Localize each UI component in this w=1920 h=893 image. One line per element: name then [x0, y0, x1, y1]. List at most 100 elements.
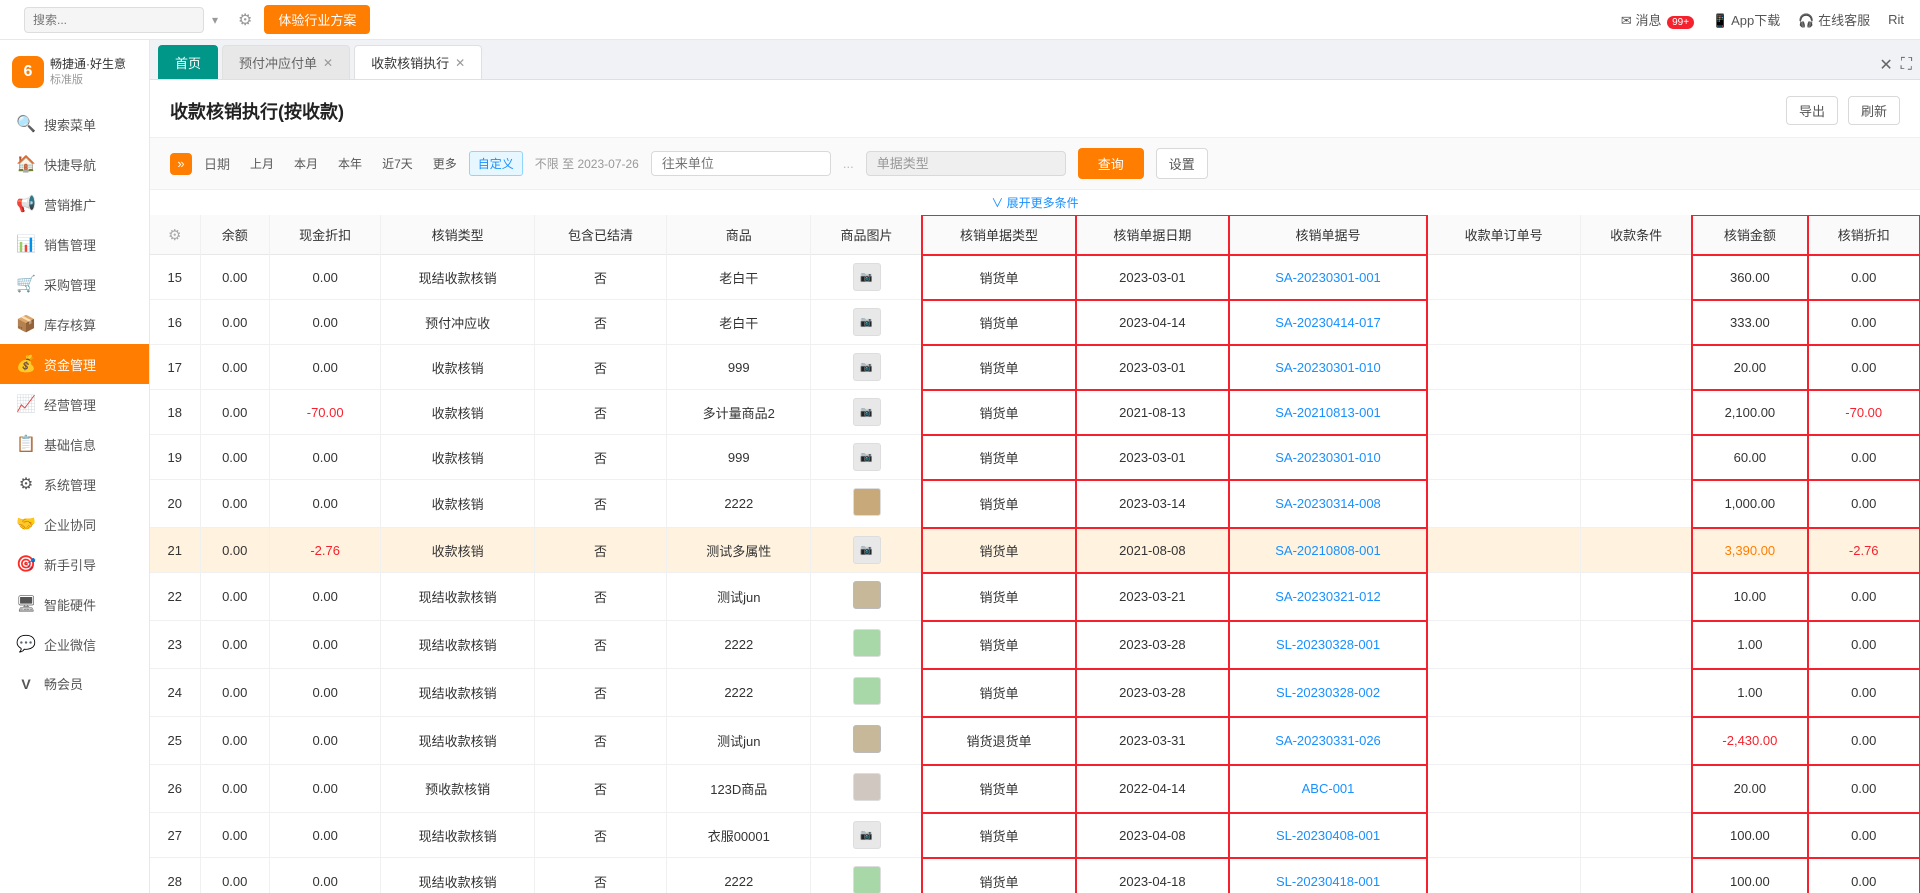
sidebar-item-search[interactable]: 🔍 搜索菜单	[0, 104, 149, 144]
cell-condition	[1580, 621, 1691, 669]
sidebar-item-corp[interactable]: 🤝 企业协同	[0, 504, 149, 544]
cell-bill-no[interactable]: SA-20210808-001	[1229, 528, 1427, 573]
date-btn-more[interactable]: 更多	[425, 152, 465, 175]
cell-bill-no[interactable]: SA-20210813-001	[1229, 390, 1427, 435]
cell-type: 收款核销	[381, 390, 534, 435]
cell-order-no	[1427, 300, 1580, 345]
cell-bill-no[interactable]: SA-20230314-008	[1229, 480, 1427, 528]
refresh-button[interactable]: 刷新	[1848, 96, 1900, 125]
online-service-link[interactable]: 🎧 在线客服	[1798, 10, 1870, 29]
date-btn-this-year[interactable]: 本年	[330, 152, 370, 175]
cell-goods: 老白干	[667, 300, 811, 345]
cell-discount: 0.00	[1808, 345, 1920, 390]
cell-amount: 1,000.00	[1692, 480, 1808, 528]
cell-discount: 0.00	[1808, 813, 1920, 858]
tab-prepay[interactable]: 预付冲应付单 ✕	[222, 45, 350, 79]
date-btn-last-month[interactable]: 上月	[242, 152, 282, 175]
cell-discount: 0.00	[1808, 669, 1920, 717]
app-download-link[interactable]: 📱 App下载	[1712, 10, 1780, 29]
cell-bill-date: 2021-08-13	[1076, 390, 1229, 435]
collection-tab-close[interactable]: ✕	[455, 56, 465, 70]
cell-settled: 否	[534, 435, 666, 480]
cell-settled: 否	[534, 573, 666, 621]
cell-goods: 999	[667, 345, 811, 390]
export-button[interactable]: 导出	[1786, 96, 1838, 125]
tab-close-all-icon[interactable]: ✕	[1879, 55, 1892, 75]
cell-bill-no[interactable]: SA-20230414-017	[1229, 300, 1427, 345]
filter-expand-button[interactable]: »	[170, 153, 192, 175]
cell-balance: 0.00	[200, 300, 269, 345]
expand-more-conditions[interactable]: ∨ 展开更多条件	[150, 190, 1920, 215]
top-search-input[interactable]	[24, 7, 204, 33]
sidebar-item-sales[interactable]: 📊 销售管理	[0, 224, 149, 264]
cell-bill-no[interactable]: SL-20230408-001	[1229, 813, 1427, 858]
date-btn-7days[interactable]: 近7天	[374, 152, 421, 175]
bill-type-select[interactable]: 单据类型	[866, 151, 1066, 176]
sidebar-item-operation[interactable]: 📈 经营管理	[0, 384, 149, 424]
cell-bill-no[interactable]: ABC-001	[1229, 765, 1427, 813]
sidebar-item-marketing[interactable]: 📢 营销推广	[0, 184, 149, 224]
cell-goods-img: 📷	[811, 813, 922, 858]
cell-settled: 否	[534, 669, 666, 717]
cell-balance: 0.00	[200, 669, 269, 717]
partner-input[interactable]	[651, 151, 831, 176]
sidebar-item-nav[interactable]: 🏠 快捷导航	[0, 144, 149, 184]
cell-goods-img	[811, 858, 922, 893]
cell-order-no	[1427, 255, 1580, 300]
messages-area[interactable]: ✉ 消息 99+	[1621, 10, 1694, 29]
sidebar-item-guide[interactable]: 🎯 新手引导	[0, 544, 149, 584]
cell-order-no	[1427, 390, 1580, 435]
sidebar-item-basic[interactable]: 📋 基础信息	[0, 424, 149, 464]
sidebar-item-member[interactable]: V 畅会员	[0, 664, 149, 703]
sidebar-item-wechat[interactable]: 💬 企业微信	[0, 624, 149, 664]
date-filter-label: 日期	[204, 154, 230, 173]
cell-cash-discount: 0.00	[269, 480, 380, 528]
date-btn-this-month[interactable]: 本月	[286, 152, 326, 175]
cell-bill-type: 销货单	[922, 480, 1075, 528]
sidebar-item-finance[interactable]: 💰 资金管理	[0, 344, 149, 384]
query-button[interactable]: 查询	[1078, 148, 1144, 179]
cell-condition	[1580, 813, 1691, 858]
cell-bill-no[interactable]: SA-20230301-010	[1229, 435, 1427, 480]
cell-cash-discount: 0.00	[269, 435, 380, 480]
prepay-tab-close[interactable]: ✕	[323, 56, 333, 70]
col-gear[interactable]: ⚙	[150, 215, 200, 255]
tab-home[interactable]: 首页	[158, 45, 218, 79]
table-row: 15 0.00 0.00 现结收款核销 否 老白干 📷 销货单 2023-03-…	[150, 255, 1920, 300]
messages-badge: 99+	[1667, 16, 1694, 29]
cell-goods-img: 📷	[811, 345, 922, 390]
sidebar-item-stock[interactable]: 📦 库存核算	[0, 304, 149, 344]
gear-icon[interactable]: ⚙	[238, 10, 252, 30]
cell-bill-no[interactable]: SL-20230328-002	[1229, 669, 1427, 717]
cell-bill-no[interactable]: SL-20230328-001	[1229, 621, 1427, 669]
col-condition: 收款条件	[1580, 215, 1691, 255]
cell-balance: 0.00	[200, 858, 269, 893]
sidebar-item-system[interactable]: ⚙ 系统管理	[0, 464, 149, 504]
tab-fullscreen-icon[interactable]: ⛶	[1901, 56, 1912, 74]
cell-amount: 333.00	[1692, 300, 1808, 345]
cell-order-no	[1427, 435, 1580, 480]
cell-bill-no[interactable]: SA-20230321-012	[1229, 573, 1427, 621]
stock-icon: 📦	[16, 314, 36, 334]
solution-button[interactable]: 体验行业方案	[264, 5, 370, 34]
cell-bill-type: 销货单	[922, 669, 1075, 717]
cell-order-no	[1427, 528, 1580, 573]
settings-button[interactable]: 设置	[1156, 148, 1208, 179]
cell-discount: -2.76	[1808, 528, 1920, 573]
cell-bill-type: 销货单	[922, 573, 1075, 621]
sidebar-item-hardware[interactable]: 🖥 智能硬件	[0, 584, 149, 624]
tab-collection[interactable]: 收款核销执行 ✕	[354, 45, 482, 79]
user-name[interactable]: Rit	[1888, 12, 1904, 27]
table-row: 19 0.00 0.00 收款核销 否 999 📷 销货单 2023-03-01…	[150, 435, 1920, 480]
cell-bill-no[interactable]: SA-20230331-026	[1229, 717, 1427, 765]
cell-discount: 0.00	[1808, 573, 1920, 621]
cell-cash-discount: 0.00	[269, 717, 380, 765]
cell-order-no	[1427, 480, 1580, 528]
cell-bill-no[interactable]: SA-20230301-001	[1229, 255, 1427, 300]
sidebar-item-purchase[interactable]: 🛒 采购管理	[0, 264, 149, 304]
cell-balance: 0.00	[200, 480, 269, 528]
cell-bill-no[interactable]: SA-20230301-010	[1229, 345, 1427, 390]
date-btn-custom[interactable]: 自定义	[469, 151, 523, 176]
cell-bill-no[interactable]: SL-20230418-001	[1229, 858, 1427, 893]
cell-type: 收款核销	[381, 345, 534, 390]
